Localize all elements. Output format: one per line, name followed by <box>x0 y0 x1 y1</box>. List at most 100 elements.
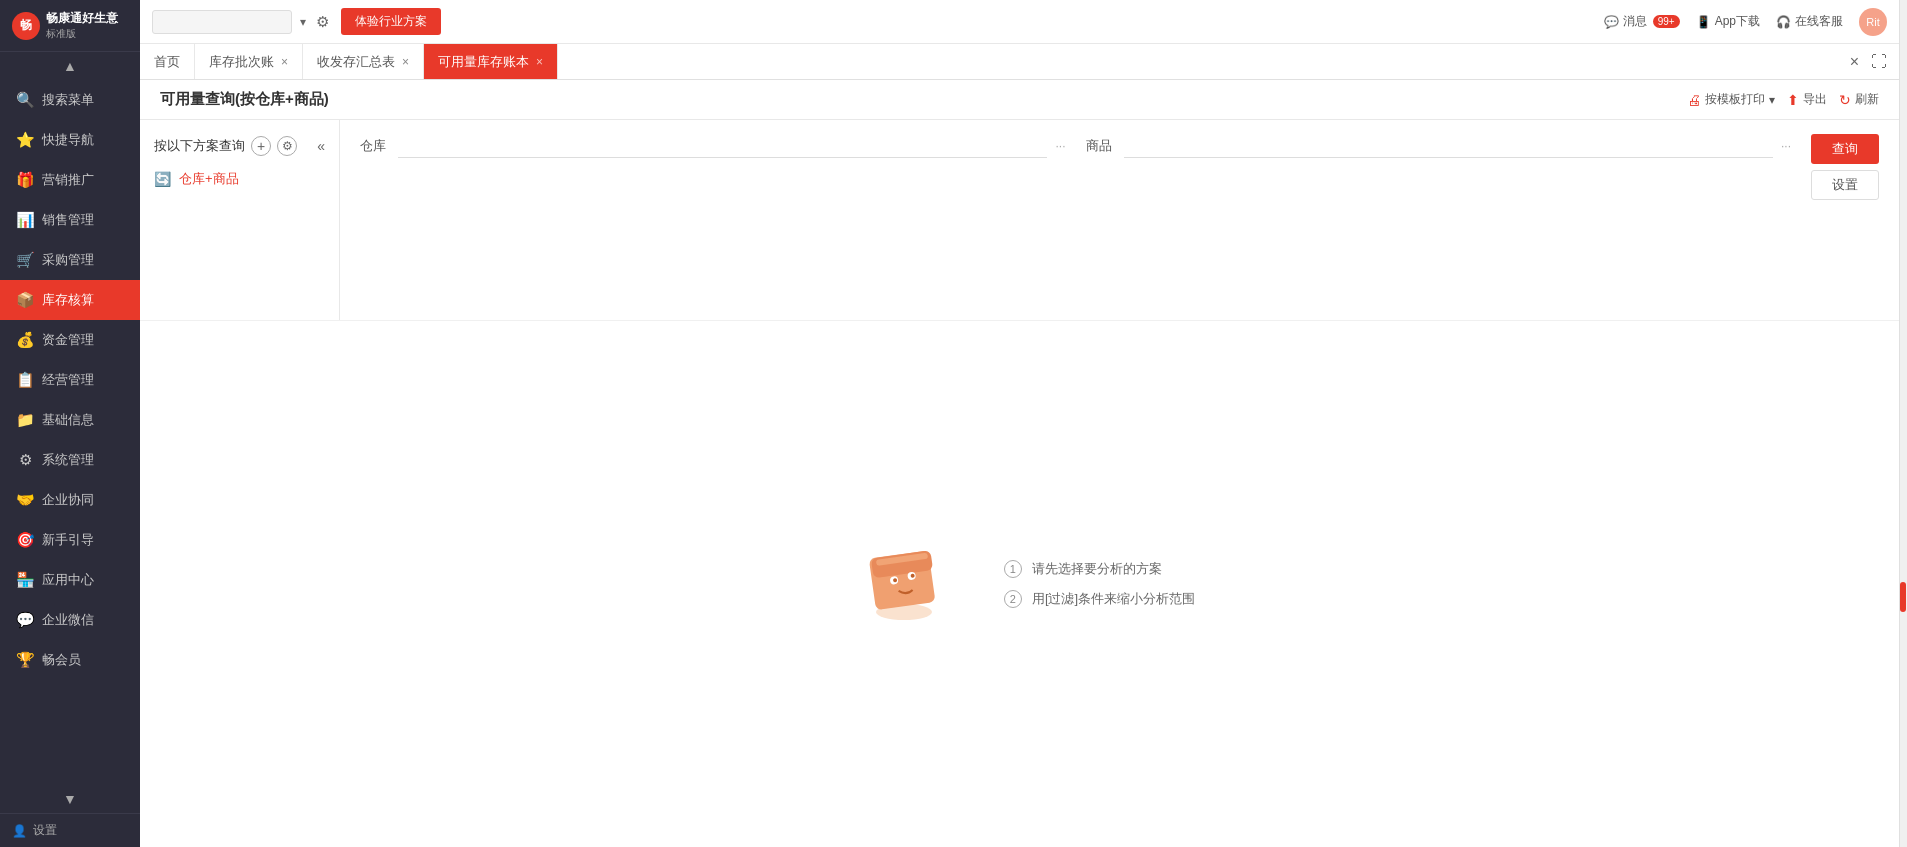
app-download-button[interactable]: 📱 App下载 <box>1696 13 1760 30</box>
refresh-button[interactable]: ↻ 刷新 <box>1839 91 1879 108</box>
step-1-text: 请先选择要分析的方案 <box>1032 560 1162 578</box>
warehouse-input[interactable] <box>398 134 1047 158</box>
settings-button[interactable]: 设置 <box>1811 170 1879 200</box>
step-2-text: 用[过滤]条件来缩小分析范围 <box>1032 590 1195 608</box>
goods-label: 商品 <box>1086 137 1116 155</box>
sidebar-nav: 🔍 搜索菜单 ⭐ 快捷导航 🎁 营销推广 📊 销售管理 🛒 采购管理 📦 库存核… <box>0 80 140 785</box>
trial-button[interactable]: 体验行业方案 <box>341 8 441 35</box>
message-button[interactable]: 💬 消息 99+ <box>1604 13 1680 30</box>
tab-available-ledger-label: 可用量库存账本 <box>438 53 529 71</box>
app-title: 畅康通好生意 <box>46 10 118 27</box>
sidebar-item-inventory[interactable]: 📦 库存核算 <box>0 280 140 320</box>
sidebar-item-system[interactable]: ⚙ 系统管理 <box>0 440 140 480</box>
sidebar-item-label: 采购管理 <box>42 251 94 269</box>
sidebar-item-label: 新手引导 <box>42 531 94 549</box>
empty-text: 1 请先选择要分析的方案 2 用[过滤]条件来缩小分析范围 <box>1004 560 1195 608</box>
cart-icon: 🛒 <box>16 251 34 269</box>
app-logo: 畅 畅康通好生意 标准版 <box>0 0 140 52</box>
scheme-settings-button[interactable]: ⚙ <box>277 136 297 156</box>
tab-receive-summary-close[interactable]: × <box>402 55 409 69</box>
sidebar-item-label: 畅会员 <box>42 651 81 669</box>
folder-icon: 📁 <box>16 411 34 429</box>
chart-icon: 📊 <box>16 211 34 229</box>
scheme-item-icon: 🔄 <box>154 171 171 187</box>
logo-icon: 畅 <box>12 12 40 40</box>
warehouse-more[interactable]: ··· <box>1055 139 1065 153</box>
tab-available-ledger-close[interactable]: × <box>536 55 543 69</box>
app-download-label: App下载 <box>1715 13 1760 30</box>
goods-more[interactable]: ··· <box>1781 139 1791 153</box>
tab-home[interactable]: 首页 <box>140 44 195 79</box>
sidebar-item-label: 营销推广 <box>42 171 94 189</box>
query-row-1: 仓库 ··· 商品 ··· <box>360 134 1791 158</box>
export-button[interactable]: ⬆ 导出 <box>1787 91 1827 108</box>
gear-icon[interactable]: ⚙ <box>316 13 329 31</box>
query-button[interactable]: 查询 <box>1811 134 1879 164</box>
sidebar-item-label: 快捷导航 <box>42 131 94 149</box>
sidebar-item-label: 库存核算 <box>42 291 94 309</box>
clipboard-icon: 📋 <box>16 371 34 389</box>
online-service-button[interactable]: 🎧 在线客服 <box>1776 13 1843 30</box>
scheme-item-label: 仓库+商品 <box>179 170 239 188</box>
sidebar-item-operations[interactable]: 📋 经营管理 <box>0 360 140 400</box>
page-content: 可用量查询(按仓库+商品) 🖨 按模板打印 ▾ ⬆ 导出 ↻ 刷新 <box>140 80 1899 847</box>
right-scrollbar[interactable] <box>1899 0 1907 847</box>
export-label: 导出 <box>1803 91 1827 108</box>
sidebar-item-member[interactable]: 🏆 畅会员 <box>0 640 140 680</box>
tab-available-ledger[interactable]: 可用量库存账本 × <box>424 44 558 79</box>
app-subtitle: 标准版 <box>46 27 118 41</box>
sidebar-item-sales[interactable]: 📊 销售管理 <box>0 200 140 240</box>
headset-icon: 🎧 <box>1776 15 1791 29</box>
tab-action-close[interactable]: × <box>1846 53 1863 71</box>
step-num-2: 2 <box>1004 590 1022 608</box>
sidebar-item-purchase[interactable]: 🛒 采购管理 <box>0 240 140 280</box>
refresh-label: 刷新 <box>1855 91 1879 108</box>
main-content: ▾ ⚙ 体验行业方案 💬 消息 99+ 📱 App下载 🎧 在线客服 Rit <box>140 0 1899 847</box>
sidebar-item-marketing[interactable]: 🎁 营销推广 <box>0 160 140 200</box>
sidebar-item-label: 企业协同 <box>42 491 94 509</box>
scheme-collapse-button[interactable]: « <box>317 138 325 154</box>
sidebar-item-newbie[interactable]: 🎯 新手引导 <box>0 520 140 560</box>
empty-state: 1 请先选择要分析的方案 2 用[过滤]条件来缩小分析范围 <box>140 321 1899 847</box>
money-icon: 💰 <box>16 331 34 349</box>
sidebar-item-enterprise[interactable]: 🤝 企业协同 <box>0 480 140 520</box>
chat-icon: 💬 <box>16 611 34 629</box>
scheme-panel: 按以下方案查询 + ⚙ « 🔄 仓库+商品 <box>140 120 340 320</box>
sidebar-item-search[interactable]: 🔍 搜索菜单 <box>0 80 140 120</box>
empty-step-2: 2 用[过滤]条件来缩小分析范围 <box>1004 590 1195 608</box>
tabs-bar: 首页 库存批次账 × 收发存汇总表 × 可用量库存账本 × × ⛶ <box>140 44 1899 80</box>
tab-batch-account-close[interactable]: × <box>281 55 288 69</box>
dropdown-icon[interactable]: ▾ <box>300 15 306 29</box>
sidebar-item-basic[interactable]: 📁 基础信息 <box>0 400 140 440</box>
empty-step-1: 1 请先选择要分析的方案 <box>1004 560 1195 578</box>
sidebar-item-label: 应用中心 <box>42 571 94 589</box>
scheme-add-button[interactable]: + <box>251 136 271 156</box>
scheme-panel-header: 按以下方案查询 + ⚙ « <box>140 130 339 162</box>
avatar-initial: Rit <box>1866 16 1879 28</box>
sidebar-item-finance[interactable]: 💰 资金管理 <box>0 320 140 360</box>
sidebar-item-label: 经营管理 <box>42 371 94 389</box>
page-header-actions: 🖨 按模板打印 ▾ ⬆ 导出 ↻ 刷新 <box>1687 91 1879 108</box>
step-num-1: 1 <box>1004 560 1022 578</box>
print-button[interactable]: 🖨 按模板打印 ▾ <box>1687 91 1775 108</box>
refresh-icon: ↻ <box>1839 92 1851 108</box>
avatar[interactable]: Rit <box>1859 8 1887 36</box>
sidebar-user-label: 设置 <box>33 822 57 839</box>
goods-input[interactable] <box>1124 134 1773 158</box>
sidebar-item-wechat[interactable]: 💬 企业微信 <box>0 600 140 640</box>
sidebar-scroll-up[interactable]: ▲ <box>0 52 140 80</box>
tab-receive-summary[interactable]: 收发存汇总表 × <box>303 44 424 79</box>
empty-svg <box>854 524 954 624</box>
sidebar-item-shortcut[interactable]: ⭐ 快捷导航 <box>0 120 140 160</box>
sidebar-item-appstore[interactable]: 🏪 应用中心 <box>0 560 140 600</box>
tab-home-label: 首页 <box>154 53 180 71</box>
scheme-item-warehouse-goods[interactable]: 🔄 仓库+商品 <box>140 162 339 196</box>
print-icon: 🖨 <box>1687 92 1701 108</box>
tab-batch-account[interactable]: 库存批次账 × <box>195 44 303 79</box>
sidebar-item-label: 搜索菜单 <box>42 91 94 109</box>
sidebar-user-bottom[interactable]: 👤 设置 <box>0 813 140 847</box>
sidebar-scroll-down[interactable]: ▼ <box>0 785 140 813</box>
sidebar: 畅 畅康通好生意 标准版 ▲ 🔍 搜索菜单 ⭐ 快捷导航 🎁 营销推广 📊 销售… <box>0 0 140 847</box>
tab-action-expand[interactable]: ⛶ <box>1867 53 1891 71</box>
search-input[interactable] <box>152 10 292 34</box>
